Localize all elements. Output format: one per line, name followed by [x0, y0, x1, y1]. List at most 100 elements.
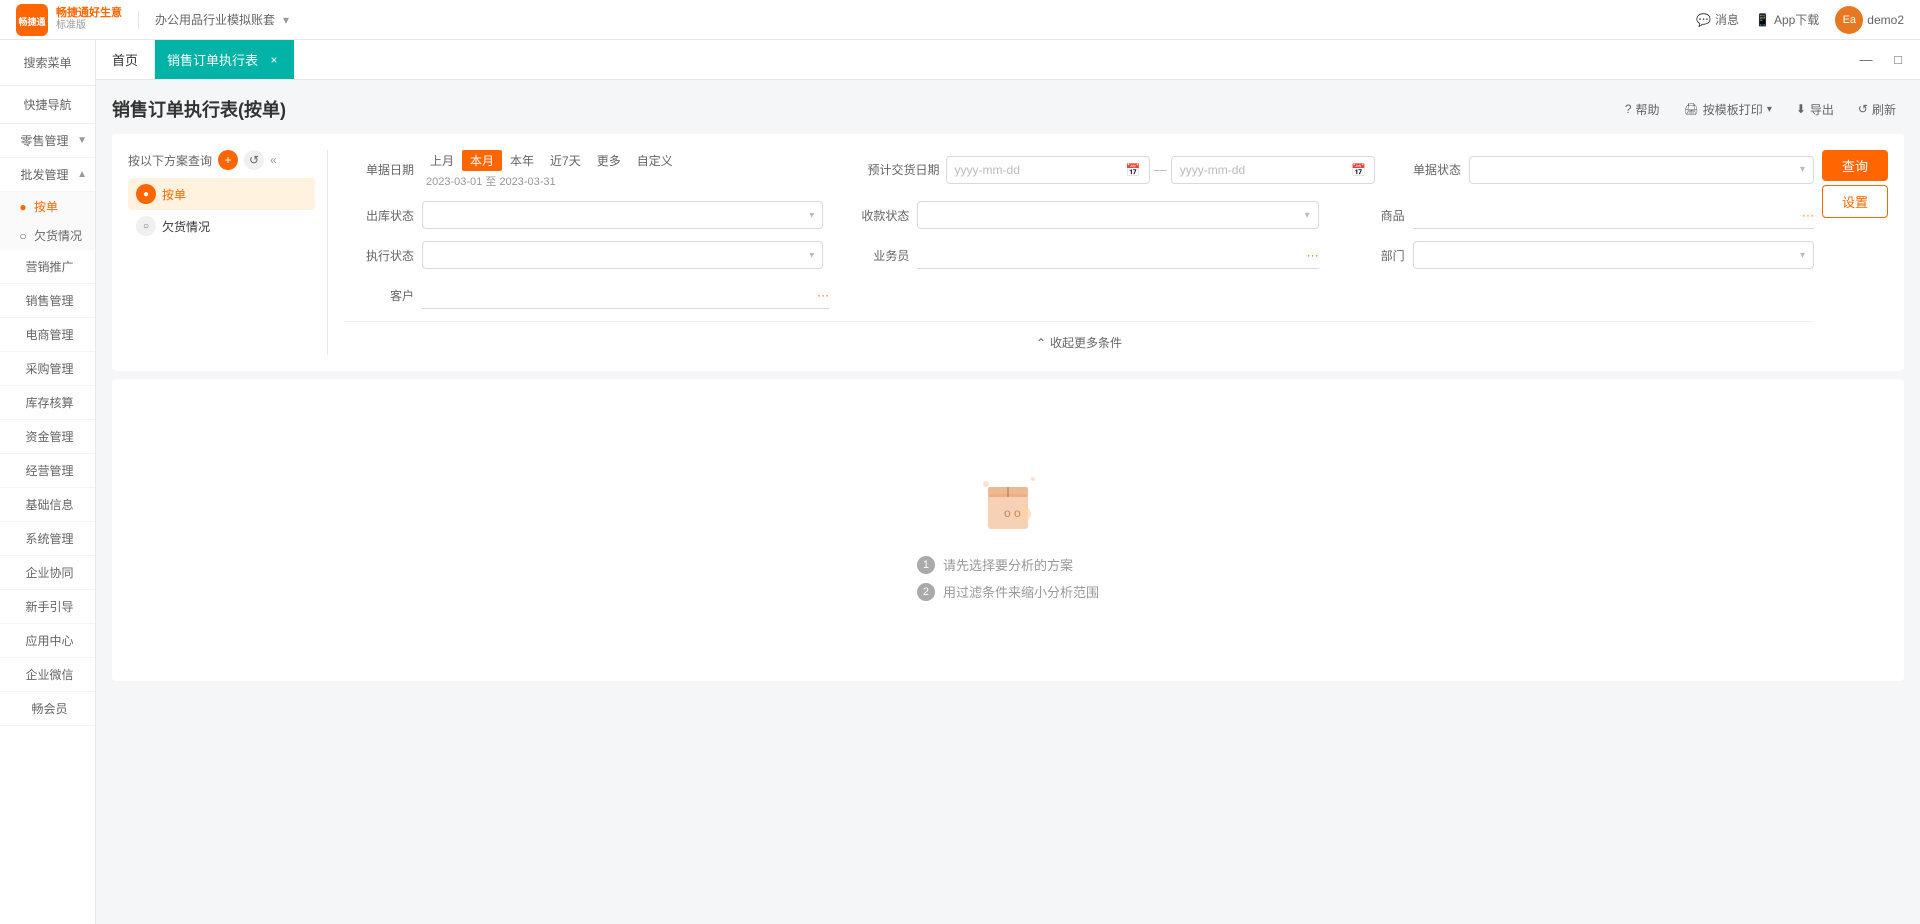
app-download-label: App下载 — [1774, 11, 1819, 28]
sidebar-item-guide[interactable]: 新手引导 — [0, 590, 95, 624]
template-print-label: 按模板打印 — [1703, 101, 1763, 118]
scheme-item-欠货[interactable]: ○ 欠货情况 — [128, 210, 315, 242]
export-icon: ⬇ — [1796, 102, 1806, 116]
tab-maximize-button[interactable]: □ — [1884, 46, 1912, 74]
sidebar-label-inventory: 库存核算 — [12, 394, 87, 411]
sidebar-item-appstore[interactable]: 应用中心 — [0, 624, 95, 658]
period-more[interactable]: 更多 — [589, 150, 629, 171]
receive-status-label: 收款状态 — [839, 207, 909, 224]
sidebar-item-operation[interactable]: 经营管理 — [0, 454, 95, 488]
sidebar-item-wholesale[interactable]: 批发管理 ▲ — [0, 158, 95, 192]
customer-label: 客户 — [344, 287, 414, 304]
sidebar-sub-label-按单: 按单 — [34, 198, 58, 215]
receive-status-select[interactable]: ▾ — [917, 201, 1318, 229]
nav-title: 办公用品行业模拟账套 — [155, 11, 275, 28]
scheme-icon-按单: ● — [136, 184, 156, 204]
tab-active[interactable]: 销售订单执行表 × — [155, 40, 294, 79]
sidebar-sub-item-欠货[interactable]: ○ 欠货情况 — [0, 221, 95, 250]
date-end-placeholder: yyyy-mm-dd — [1180, 163, 1245, 177]
tab-minimize-button[interactable]: — — [1852, 46, 1880, 74]
dept-label: 部门 — [1335, 247, 1405, 264]
tab-close-button[interactable]: × — [266, 52, 282, 68]
page-title: 销售订单执行表(按单) — [112, 96, 286, 122]
app-download-button[interactable]: 📱 App下载 — [1755, 11, 1819, 28]
setting-button[interactable]: 设置 — [1822, 185, 1888, 218]
tab-active-label: 销售订单执行表 — [167, 50, 258, 69]
sidebar-item-finance[interactable]: 资金管理 — [0, 420, 95, 454]
goods-select[interactable]: ··· — [1413, 201, 1814, 229]
goods-more-icon[interactable]: ··· — [1802, 208, 1814, 222]
expected-date-start[interactable]: yyyy-mm-dd 📅 — [946, 156, 1150, 184]
empty-state-illustration: o o — [968, 459, 1048, 539]
search-menu-button[interactable]: 搜索菜单 — [8, 48, 87, 77]
doc-status-label: 单据状态 — [1391, 161, 1461, 178]
sidebar-label-appstore: 应用中心 — [12, 632, 87, 649]
out-status-select[interactable]: ▾ — [422, 201, 823, 229]
date-separator: — — [1154, 162, 1167, 177]
exec-status-select[interactable]: ▾ — [422, 241, 823, 269]
collapse-label: 收起更多条件 — [1050, 334, 1122, 351]
period-custom[interactable]: 自定义 — [629, 150, 681, 171]
expected-date-end[interactable]: yyyy-mm-dd 📅 — [1171, 156, 1375, 184]
user-avatar[interactable]: Ea demo2 — [1835, 6, 1904, 34]
date-start-placeholder: yyyy-mm-dd — [955, 163, 1020, 177]
sidebar-sub-item-按单[interactable]: ● 按单 — [0, 192, 95, 221]
scheme-collapse-button[interactable]: « — [270, 153, 277, 167]
customer-select[interactable]: ··· — [422, 281, 829, 309]
export-button[interactable]: ⬇ 导出 — [1788, 97, 1842, 122]
query-button[interactable]: 查询 — [1822, 150, 1888, 181]
sidebar-sub-label-欠货: 欠货情况 — [34, 227, 82, 244]
sidebar-item-member[interactable]: 畅会员 — [0, 692, 95, 726]
empty-state: o o 1 请先选择要分析的方案 2 用过滤条件来 — [112, 379, 1904, 681]
period-this-month[interactable]: 本月 — [462, 150, 502, 171]
collapse-button[interactable]: ⌃ 收起更多条件 — [1032, 330, 1126, 355]
sidebar-label-operation: 经营管理 — [12, 462, 87, 479]
sidebar-item-collab[interactable]: 企业协同 — [0, 556, 95, 590]
customer-more-icon[interactable]: ··· — [817, 288, 829, 302]
user-name: demo2 — [1867, 13, 1904, 27]
sidebar-label-finance: 资金管理 — [12, 428, 87, 445]
tip-number-1: 1 — [917, 556, 935, 574]
sidebar-label-system: 系统管理 — [12, 530, 87, 547]
sidebar-item-basics[interactable]: 基础信息 — [0, 488, 95, 522]
doc-status-select[interactable]: ▾ — [1469, 156, 1814, 184]
empty-tip-2-text: 用过滤条件来缩小分析范围 — [943, 582, 1099, 601]
sidebar-item-sales[interactable]: 销售管理 — [0, 284, 95, 318]
nav-arrow[interactable]: ▾ — [283, 13, 289, 27]
out-status-label: 出库状态 — [344, 207, 414, 224]
print-icon: 🖨 — [1684, 102, 1699, 116]
sidebar-arrow-wholesale: ▲ — [77, 169, 87, 180]
scheme-add-button[interactable]: + — [218, 150, 238, 170]
sidebar-label-marketing: 营销推广 — [12, 258, 87, 275]
message-button[interactable]: 💬 消息 — [1696, 11, 1739, 28]
period-7days[interactable]: 近7天 — [542, 150, 589, 171]
refresh-button[interactable]: ↺ 刷新 — [1850, 97, 1904, 122]
sidebar-item-marketing[interactable]: 营销推广 — [0, 250, 95, 284]
help-button[interactable]: ? 帮助 — [1617, 97, 1668, 122]
dept-select[interactable]: ▾ — [1413, 241, 1814, 269]
sidebar-item-retail[interactable]: 零售管理 ▼ — [0, 124, 95, 158]
sidebar-item-ecom[interactable]: 电商管理 — [0, 318, 95, 352]
quick-nav-button[interactable]: 快捷导航 — [0, 90, 95, 119]
sidebar-item-wechat[interactable]: 企业微信 — [0, 658, 95, 692]
sub-icon-欠货: ○ — [16, 229, 30, 243]
calendar-icon-end: 📅 — [1351, 163, 1366, 177]
tab-home-label: 首页 — [112, 50, 138, 69]
salesperson-more-icon[interactable]: ··· — [1307, 248, 1319, 262]
template-print-button[interactable]: 🖨 按模板打印 ▾ — [1676, 97, 1780, 122]
period-this-year[interactable]: 本年 — [502, 150, 542, 171]
app-download-icon: 📱 — [1755, 13, 1770, 27]
salesperson-label: 业务员 — [839, 247, 909, 264]
sidebar-item-purchase[interactable]: 采购管理 — [0, 352, 95, 386]
scheme-item-按单[interactable]: ● 按单 — [128, 178, 315, 210]
sidebar-quicknav-section: 快捷导航 — [0, 86, 95, 124]
tab-home[interactable]: 首页 — [96, 40, 155, 79]
sidebar-item-system[interactable]: 系统管理 — [0, 522, 95, 556]
sidebar-item-inventory[interactable]: 库存核算 — [0, 386, 95, 420]
maximize-icon: □ — [1894, 52, 1902, 67]
goods-label: 商品 — [1335, 207, 1405, 224]
help-label: 帮助 — [1636, 101, 1660, 118]
period-last-month[interactable]: 上月 — [422, 150, 462, 171]
salesperson-select[interactable]: ··· — [917, 241, 1318, 269]
scheme-refresh-button[interactable]: ↺ — [244, 150, 264, 170]
